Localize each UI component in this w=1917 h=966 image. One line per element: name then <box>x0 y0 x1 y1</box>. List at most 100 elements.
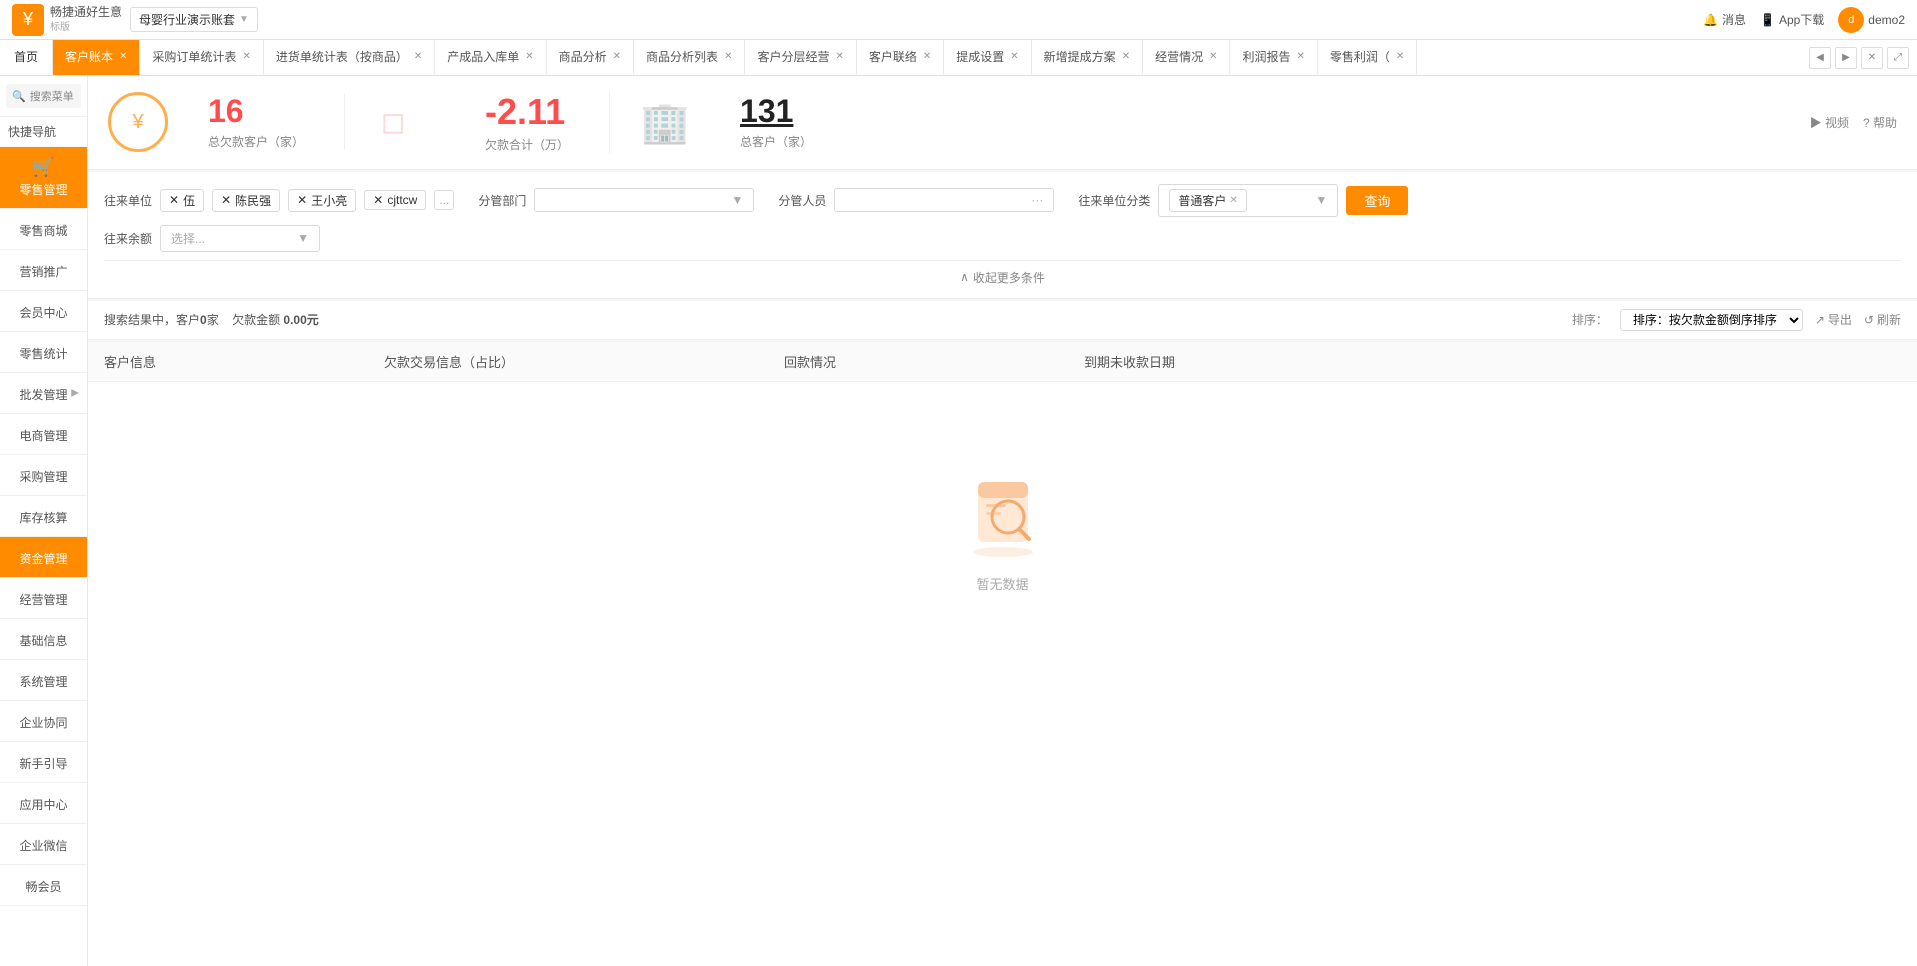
sidebar-item-member2[interactable]: 畅会员 <box>0 865 87 906</box>
chevron-down-icon: ▼ <box>1315 193 1327 207</box>
column-repayment: 回款情况 <box>784 352 1084 371</box>
close-tab-icon[interactable]: ✕ <box>119 51 127 62</box>
topbar: ¥ 畅捷通好生意 标版 母婴行业演示账套 ▼ 🔔 消息 📱 App下载 d de… <box>0 0 1917 40</box>
content-area: ¥ 16 总欠款客户（家） ◇ -2.11 欠款合计（万） 🏢 131 总客户（… <box>88 76 1917 966</box>
stats-bar-actions: ▶ 视频 ? 帮助 <box>1810 114 1897 131</box>
empty-text: 暂无数据 <box>976 574 1028 593</box>
chevron-down-icon: ▼ <box>731 193 743 207</box>
sidebar-item-wholesale[interactable]: 批发管理 ▶ <box>0 373 87 414</box>
close-tab-icon[interactable]: ✕ <box>1010 51 1018 62</box>
sidebar-item-basic-info[interactable]: 基础信息 <box>0 619 87 660</box>
tab-new-commission[interactable]: 新增提成方案 ✕ <box>1032 40 1143 75</box>
tab-customer-contact[interactable]: 客户联络 ✕ <box>857 40 944 75</box>
tab-goods-stat[interactable]: 进货单统计表（按商品） ✕ <box>264 40 435 75</box>
sidebar-item-inventory[interactable]: 库存核算 <box>0 496 87 537</box>
refresh-button[interactable]: ↺ 刷新 <box>1864 311 1901 328</box>
table-area: 客户信息 欠款交易信息（占比） 回款情况 到期未收款日期 <box>88 342 1917 966</box>
filter-tag-cjttcw: ✕ cjttcw <box>364 190 426 210</box>
close-tab-icon[interactable]: ✕ <box>1209 51 1217 62</box>
tab-product-analysis[interactable]: 商品分析 ✕ <box>547 40 634 75</box>
column-overdue-info: 欠款交易信息（占比） <box>384 352 784 371</box>
close-tab-icon[interactable]: ✕ <box>724 51 732 62</box>
tab-product-inbound[interactable]: 产成品入库单 ✕ <box>435 40 546 75</box>
sidebar-item-purchase[interactable]: 采购管理 <box>0 455 87 496</box>
tab-commission-settings[interactable]: 提成设置 ✕ <box>944 40 1031 75</box>
nav-next-button[interactable]: ▶ <box>1835 47 1857 69</box>
filter-more-tags[interactable]: ... <box>434 190 454 210</box>
filter-person-select[interactable]: ··· <box>834 188 1054 212</box>
sidebar: 🔍 搜索菜单 快捷导航 🛒 零售管理 零售商城 营销推广 会员中心 零售统计 批… <box>0 76 88 966</box>
refresh-icon: ↺ <box>1864 313 1874 327</box>
user-profile[interactable]: d demo2 <box>1838 7 1905 33</box>
sidebar-item-retail-stat[interactable]: 零售统计 <box>0 332 87 373</box>
export-icon: ↗ <box>1815 313 1825 327</box>
query-button[interactable]: 查询 <box>1346 186 1408 215</box>
stat-total-customers: 131 总客户（家） <box>720 94 852 150</box>
sidebar-item-mall[interactable]: 零售商城 <box>0 209 87 250</box>
close-tab-icon[interactable]: ✕ <box>835 51 843 62</box>
collapse-button[interactable]: ∧ 收起更多条件 <box>960 269 1045 286</box>
company-selector[interactable]: 母婴行业演示账套 ▼ <box>130 7 258 32</box>
tab-customer-layer[interactable]: 客户分层经营 ✕ <box>745 40 856 75</box>
export-button[interactable]: ↗ 导出 <box>1815 311 1852 328</box>
nav-close-all-button[interactable]: ✕ <box>1861 47 1883 69</box>
tab-product-analysis-list[interactable]: 商品分析列表 ✕ <box>634 40 745 75</box>
close-tab-icon[interactable]: ✕ <box>414 51 422 62</box>
nav-expand-button[interactable]: ⤢ <box>1887 47 1909 69</box>
tab-retail-profit[interactable]: 零售利润（ ✕ <box>1318 40 1417 75</box>
sidebar-item-operations[interactable]: 经营管理 <box>0 578 87 619</box>
close-tab-icon[interactable]: ✕ <box>613 51 621 62</box>
filter-dept-select[interactable]: ▼ <box>534 188 754 212</box>
logo-icon: ¥ <box>12 4 44 36</box>
sidebar-item-finance[interactable]: 资金管理 <box>0 537 87 578</box>
sidebar-item-app-center[interactable]: 应用中心 <box>0 783 87 824</box>
sidebar-item-ecommerce[interactable]: 电商管理 <box>0 414 87 455</box>
tab-profit-report[interactable]: 利润报告 ✕ <box>1230 40 1317 75</box>
close-tab-icon[interactable]: ✕ <box>923 51 931 62</box>
tab-purchase-order[interactable]: 采购订单统计表 ✕ <box>140 40 263 75</box>
close-tab-icon[interactable]: ✕ <box>1122 51 1130 62</box>
search-icon: 🔍 <box>12 90 26 103</box>
results-bar: 搜索结果中，客户0家 欠款金额 0.00元 排序： 排序：按欠款金额倒序排序 ↗… <box>88 301 1917 340</box>
stat-overdue-customers: 16 总欠款客户（家） <box>188 94 345 150</box>
video-help-button[interactable]: ▶ 视频 <box>1810 114 1849 131</box>
sort-select[interactable]: 排序：按欠款金额倒序排序 <box>1620 309 1803 331</box>
tab-customer-account[interactable]: 客户账本 ✕ <box>53 40 140 75</box>
results-info: 搜索结果中，客户0家 欠款金额 0.00元 <box>104 311 329 328</box>
close-tab-icon[interactable]: ✕ <box>242 51 250 62</box>
app-download-button[interactable]: 📱 App下载 <box>1760 11 1824 28</box>
messages-button[interactable]: 🔔 消息 <box>1703 11 1746 28</box>
sidebar-search[interactable]: 🔍 搜索菜单 <box>6 84 81 108</box>
main-layout: 🔍 搜索菜单 快捷导航 🛒 零售管理 零售商城 营销推广 会员中心 零售统计 批… <box>0 76 1917 966</box>
play-icon: ▶ <box>1810 116 1822 130</box>
sidebar-item-enterprise[interactable]: 企业协同 <box>0 701 87 742</box>
column-customer-info: 客户信息 <box>104 352 384 371</box>
topbar-left: ¥ 畅捷通好生意 标版 母婴行业演示账套 ▼ <box>12 4 258 36</box>
tab-operations[interactable]: 经营情况 ✕ <box>1143 40 1230 75</box>
tab-home[interactable]: 首页 <box>0 40 53 75</box>
sidebar-quick-nav[interactable]: 快捷导航 <box>0 117 87 147</box>
filter-tag-wang: ✕ 王小亮 <box>288 189 356 212</box>
sidebar-item-member[interactable]: 会员中心 <box>0 291 87 332</box>
filter-unit-type-select[interactable]: 普通客户 ✕ ▼ <box>1158 184 1338 217</box>
filter-row-1: 往来单位 ✕ 伍 ✕ 陈民强 ✕ 王小亮 ✕ cjttcw ... <box>104 184 1901 217</box>
question-icon: ? <box>1863 116 1870 130</box>
column-overdue-date: 到期未收款日期 <box>1084 352 1901 371</box>
filter-tag-chen: ✕ 陈民强 <box>212 189 280 212</box>
sidebar-item-system[interactable]: 系统管理 <box>0 660 87 701</box>
help-button[interactable]: ? 帮助 <box>1863 114 1897 131</box>
chevron-down-icon: ▼ <box>297 231 309 245</box>
close-tab-icon[interactable]: ✕ <box>525 51 533 62</box>
filter-balance-select[interactable]: 选择... ▼ <box>160 225 320 252</box>
close-tab-icon[interactable]: ✕ <box>1297 51 1305 62</box>
sidebar-item-wechat[interactable]: 企业微信 <box>0 824 87 865</box>
sidebar-item-guide[interactable]: 新手引导 <box>0 742 87 783</box>
more-icon: ··· <box>1031 193 1043 207</box>
results-actions: 排序： 排序：按欠款金额倒序排序 ↗ 导出 ↺ 刷新 <box>1572 309 1901 331</box>
sidebar-item-retail[interactable]: 🛒 零售管理 <box>0 147 87 209</box>
nav-prev-button[interactable]: ◀ <box>1809 47 1831 69</box>
chevron-up-icon: ∧ <box>960 270 969 284</box>
sidebar-item-marketing[interactable]: 营销推广 <box>0 250 87 291</box>
close-tab-icon[interactable]: ✕ <box>1396 51 1404 62</box>
filter-bar: 往来单位 ✕ 伍 ✕ 陈民强 ✕ 王小亮 ✕ cjttcw ... <box>88 172 1917 299</box>
